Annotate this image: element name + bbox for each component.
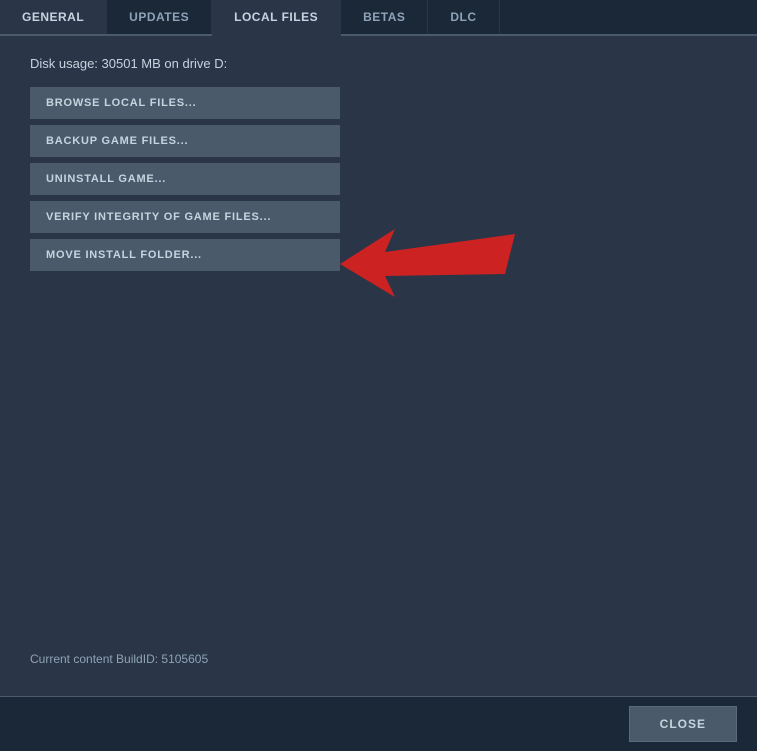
close-button[interactable]: CLOSE — [629, 706, 737, 742]
tab-local-files[interactable]: LOCAL FILES — [212, 0, 341, 36]
build-id-label: Current content BuildID: 5105605 — [30, 652, 727, 676]
verify-integrity-button[interactable]: VERIFY INTEGRITY OF GAME FILES... — [30, 201, 340, 233]
steam-properties-window: GENERAL UPDATES LOCAL FILES BETAS DLC Di… — [0, 0, 757, 751]
uninstall-game-button[interactable]: UNINSTALL GAME... — [30, 163, 340, 195]
tab-updates[interactable]: UPDATES — [107, 0, 212, 34]
content-area: Disk usage: 30501 MB on drive D: BROWSE … — [0, 36, 757, 696]
tab-general[interactable]: GENERAL — [0, 0, 107, 34]
disk-usage-label: Disk usage: 30501 MB on drive D: — [30, 56, 727, 71]
backup-game-files-button[interactable]: BACKUP GAME FILES... — [30, 125, 340, 157]
tab-bar: GENERAL UPDATES LOCAL FILES BETAS DLC — [0, 0, 757, 36]
action-buttons-section: BROWSE LOCAL FILES... BACKUP GAME FILES.… — [30, 87, 340, 271]
tab-dlc[interactable]: DLC — [428, 0, 499, 34]
arrow-annotation — [340, 224, 520, 309]
footer-bar: CLOSE — [0, 696, 757, 751]
tab-betas[interactable]: BETAS — [341, 0, 428, 34]
browse-local-files-button[interactable]: BROWSE LOCAL FILES... — [30, 87, 340, 119]
move-install-folder-button[interactable]: MOVE INSTALL FOLDER... — [30, 239, 340, 271]
